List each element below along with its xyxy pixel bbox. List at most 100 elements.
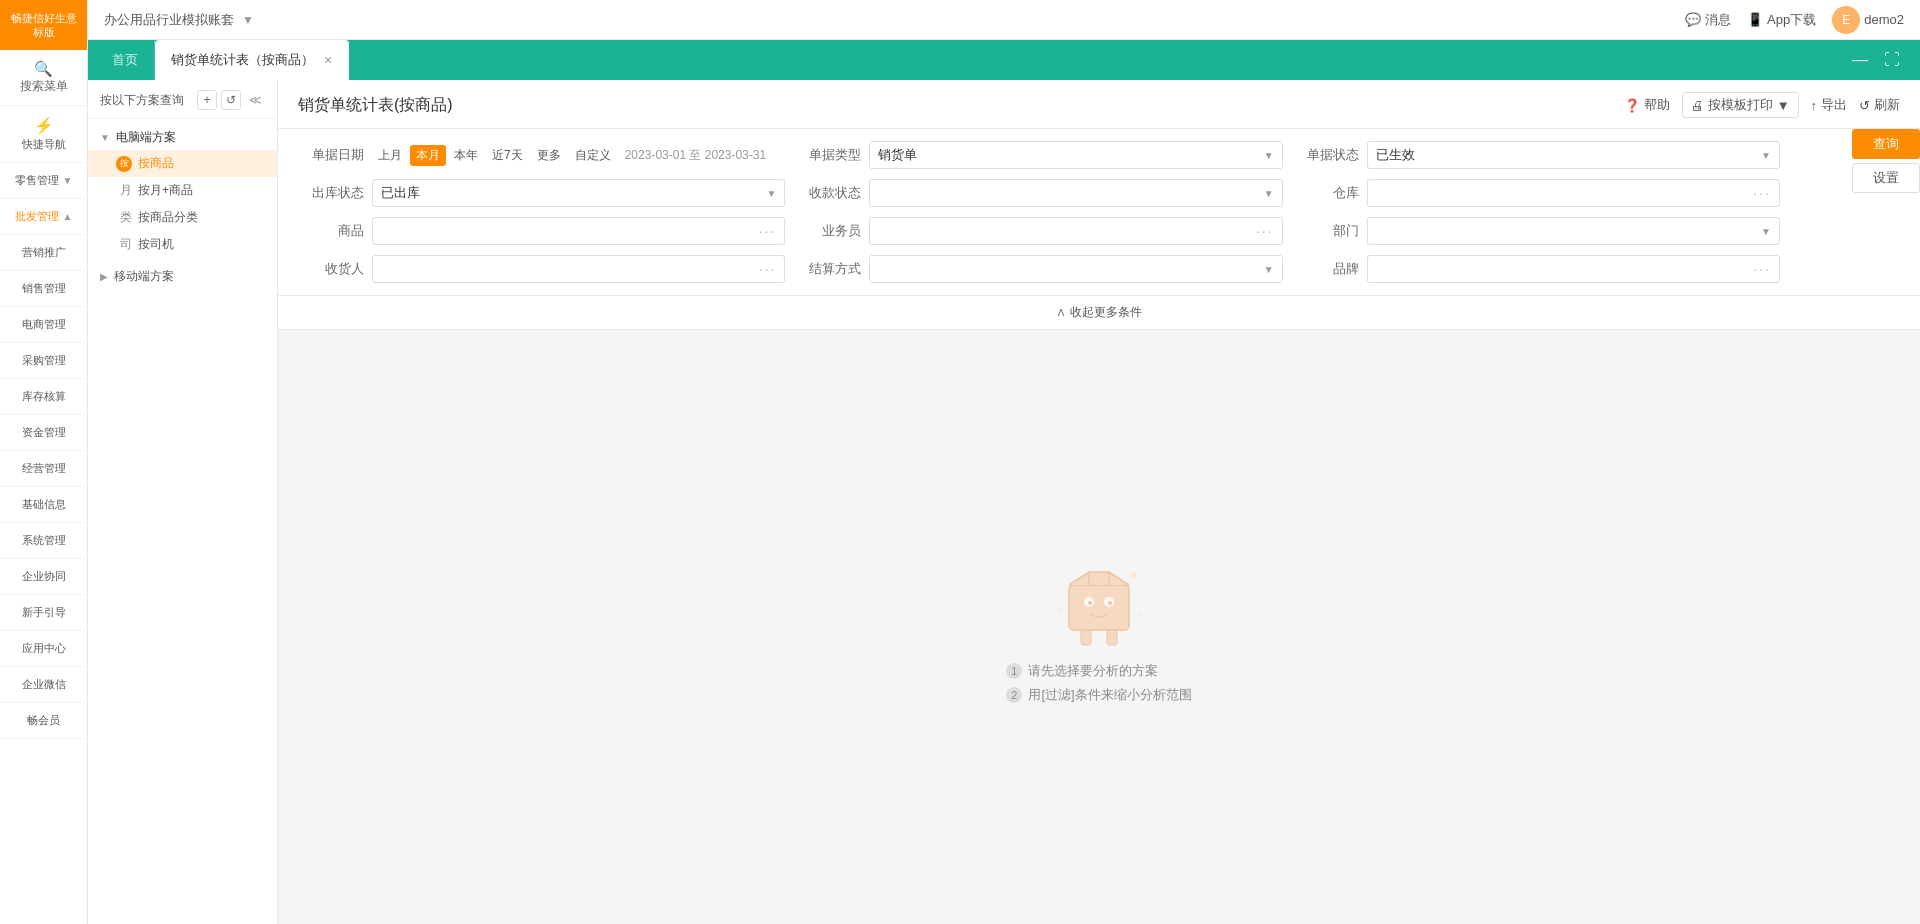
date-tab-this-year[interactable]: 本年 — [448, 145, 484, 166]
sidebar-search[interactable]: 🔍 搜索菜单 — [0, 50, 87, 106]
sidebar-item-inventory[interactable]: 库存核算 — [0, 379, 87, 415]
tab-sales-report[interactable]: 销货单统计表（按商品） × — [155, 40, 349, 80]
date-filter-cell: 单据日期 上月 本月 本年 近7天 更多 自定义 20 — [298, 141, 795, 169]
sidebar-item-guide[interactable]: 新手引导 — [0, 595, 87, 631]
category-scheme-icon: 类 — [120, 209, 132, 226]
empty-state: 1 请先选择要分析的方案 2 用[过滤]条件来缩小分析范围 — [278, 330, 1920, 924]
mobile-scheme-group[interactable]: ▶ 移动端方案 — [88, 264, 277, 289]
tab-close-icon[interactable]: × — [324, 53, 332, 67]
sidebar-item-enterprise[interactable]: 企业协同 — [0, 559, 87, 595]
doc-type-select[interactable]: 销货单 ▼ — [869, 141, 1282, 169]
receipt-select[interactable]: ▼ — [869, 179, 1282, 207]
scheme-collapse-btn[interactable]: ≪ — [245, 90, 265, 110]
goods-select[interactable]: ··· — [372, 217, 785, 245]
scheme-item-by-month[interactable]: 月 按月+商品 — [88, 177, 277, 204]
query-btn[interactable]: 查询 — [1852, 129, 1920, 159]
industry-title: 办公用品行业模拟账套 — [104, 11, 234, 29]
settlement-cell: 结算方式 ▼ — [795, 255, 1292, 283]
scheme-panel: 按以下方案查询 + ↺ ≪ ▼ 电脑端方案 按 按商品 月 按月+ — [88, 80, 278, 924]
sidebar-quick-nav[interactable]: ⚡ 快捷导航 — [0, 106, 87, 163]
brand-select[interactable]: ··· — [1367, 255, 1780, 283]
brand-dots-icon: ··· — [1753, 261, 1771, 277]
export-icon: ↑ — [1811, 98, 1818, 113]
date-tab-last-month[interactable]: 上月 — [372, 145, 408, 166]
page-header: 销货单统计表(按商品) ❓ 帮助 🖨 按模板打印 ▼ ↑ 导出 — [278, 80, 1920, 129]
date-tab-this-month[interactable]: 本月 — [410, 145, 446, 166]
scheme-item-by-driver[interactable]: 司 按司机 — [88, 231, 277, 258]
date-tab-more[interactable]: 更多 — [531, 145, 567, 166]
sidebar-item-business[interactable]: 经营管理 — [0, 451, 87, 487]
svg-rect-8 — [1107, 630, 1117, 645]
brand-cell: 品牌 ··· — [1293, 255, 1790, 283]
print-icon: 🖨 — [1691, 98, 1704, 113]
month-scheme-icon: 月 — [120, 182, 132, 199]
sidebar-item-ecommerce[interactable]: 电商管理 — [0, 307, 87, 343]
svg-point-11 — [1137, 613, 1141, 617]
date-control: 上月 本月 本年 近7天 更多 自定义 2023-03-01 至 2023-03… — [372, 145, 785, 166]
empty-illustration — [1039, 550, 1159, 650]
page-title: 销货单统计表(按商品) — [298, 95, 453, 116]
sidebar-item-member[interactable]: 畅会员 — [0, 703, 87, 739]
export-btn[interactable]: ↑ 导出 — [1811, 96, 1848, 114]
sidebar-item-finance[interactable]: 资金管理 — [0, 415, 87, 451]
warehouse-status-label: 出库状态 — [308, 184, 364, 202]
warehouse-arrow-icon: ▼ — [766, 188, 776, 199]
industry-dropdown[interactable]: ▼ — [242, 13, 254, 27]
recipient-select[interactable]: ··· — [372, 255, 785, 283]
desktop-scheme-group: ▼ 电脑端方案 按 按商品 月 按月+商品 类 按商品分类 司 按司机 — [88, 119, 277, 264]
user-menu[interactable]: E demo2 — [1832, 6, 1904, 34]
tab-home[interactable]: 首页 — [96, 40, 155, 80]
doc-status-select[interactable]: 已生效 ▼ — [1367, 141, 1780, 169]
date-label: 单据日期 — [308, 146, 364, 164]
stock-select[interactable]: ··· — [1367, 179, 1780, 207]
refresh-btn[interactable]: ↺ 刷新 — [1859, 96, 1900, 114]
app-download-btn[interactable]: 📱 App下载 — [1747, 11, 1816, 29]
user-avatar: E — [1832, 6, 1860, 34]
scheme-item-by-category[interactable]: 类 按商品分类 — [88, 204, 277, 231]
recipient-dots-icon: ··· — [759, 261, 777, 277]
scheme-add-btn[interactable]: + — [197, 90, 217, 110]
help-icon: ❓ — [1624, 98, 1640, 113]
settings-btn[interactable]: 设置 — [1852, 163, 1920, 193]
help-btn[interactable]: ❓ 帮助 — [1624, 96, 1670, 114]
goods-dots-icon: ··· — [759, 223, 777, 239]
top-bar: 办公用品行业模拟账套 ▼ 💬 消息 📱 App下载 E demo2 — [88, 0, 1920, 40]
sidebar-item-retail[interactable]: 零售管理 ▼ — [0, 163, 87, 199]
sidebar-item-sales[interactable]: 销售管理 — [0, 271, 87, 307]
dept-select[interactable]: ▼ — [1367, 217, 1780, 245]
salesman-select[interactable]: ··· — [869, 217, 1282, 245]
tab-minimize-icon[interactable]: — — [1848, 48, 1872, 72]
warehouse-status-select[interactable]: 已出库 ▼ — [372, 179, 785, 207]
scheme-item-by-goods[interactable]: 按 按商品 — [88, 150, 277, 177]
salesman-dots-icon: ··· — [1256, 223, 1274, 239]
tab-maximize-icon[interactable]: ⛶ — [1880, 48, 1904, 72]
sidebar-item-system[interactable]: 系统管理 — [0, 523, 87, 559]
desktop-group-toggle[interactable]: ▼ 电脑端方案 — [88, 125, 277, 150]
svg-point-9 — [1131, 572, 1137, 578]
doc-type-arrow-icon: ▼ — [1264, 150, 1274, 161]
logo-text: 畅捷信好生意 标版 — [11, 11, 77, 40]
sidebar-item-marketing[interactable]: 营销推广 — [0, 235, 87, 271]
doc-type-cell: 单据类型 销货单 ▼ — [795, 141, 1292, 169]
date-range: 2023-03-01 至 2023-03-31 — [625, 147, 766, 164]
messages-btn[interactable]: 💬 消息 — [1685, 11, 1731, 29]
date-tab-custom[interactable]: 自定义 — [569, 145, 617, 166]
receipt-label: 收款状态 — [805, 184, 861, 202]
sidebar-item-wholesale[interactable]: 批发管理 ▲ — [0, 199, 87, 235]
collapse-conditions-btn[interactable]: ∧ 收起更多条件 — [278, 296, 1920, 330]
salesman-cell: 业务员 ··· — [795, 217, 1292, 245]
date-tab-7days[interactable]: 近7天 — [486, 145, 529, 166]
settlement-select[interactable]: ▼ — [869, 255, 1282, 283]
sidebar-item-purchase[interactable]: 采购管理 — [0, 343, 87, 379]
template-print-btn[interactable]: 🖨 按模板打印 ▼ — [1682, 92, 1799, 118]
scheme-refresh-btn[interactable]: ↺ — [221, 90, 241, 110]
dept-cell: 部门 ▼ — [1293, 217, 1790, 245]
sidebar-item-wechat[interactable]: 企业微信 — [0, 667, 87, 703]
mobile-icon: 📱 — [1747, 12, 1763, 27]
sidebar-item-apps[interactable]: 应用中心 — [0, 631, 87, 667]
dept-label: 部门 — [1303, 222, 1359, 240]
svg-point-6 — [1108, 601, 1112, 605]
warehouse-status-cell: 出库状态 已出库 ▼ — [298, 179, 795, 207]
sidebar-item-basic[interactable]: 基础信息 — [0, 487, 87, 523]
print-dropdown-icon: ▼ — [1777, 98, 1790, 113]
